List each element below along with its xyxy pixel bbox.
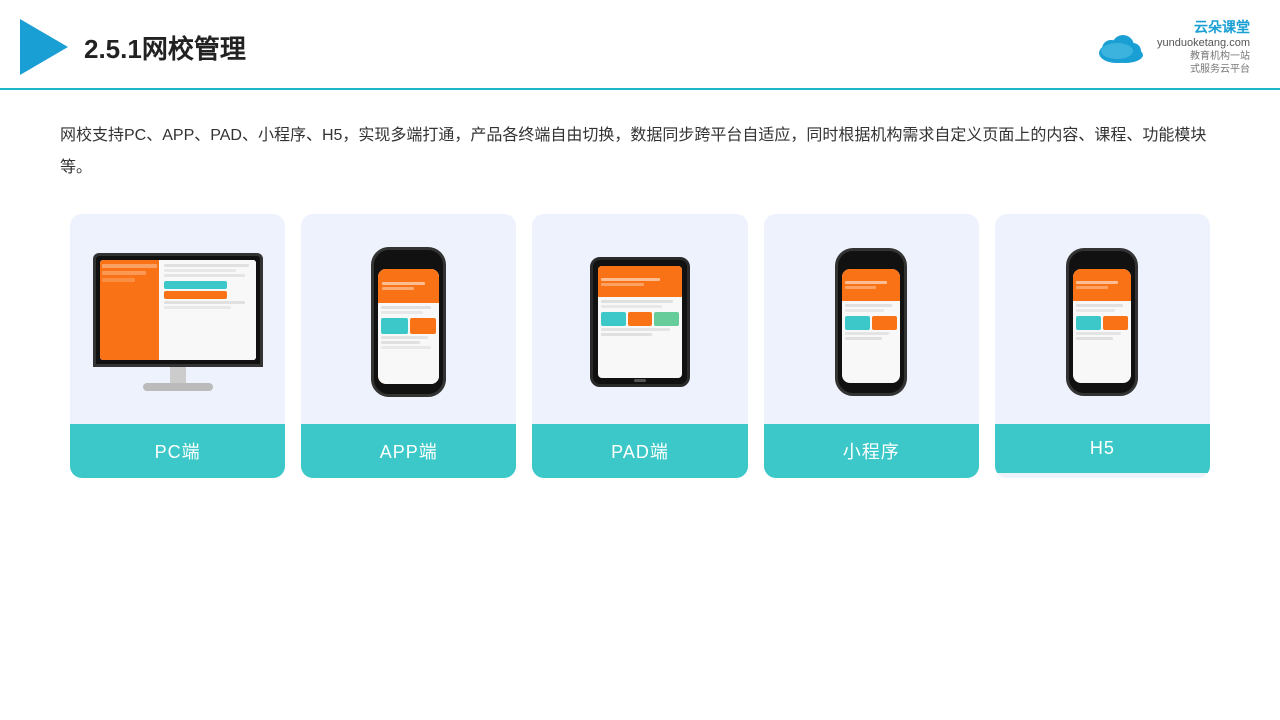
miniapp-card: 小程序: [764, 214, 979, 478]
pad-image-area: [532, 214, 747, 424]
h5-card: H5: [995, 214, 1210, 478]
pad-tablet-illustration: [590, 257, 690, 387]
h5-phone-illustration: [1066, 248, 1138, 396]
device-cards-container: PC端: [60, 214, 1220, 478]
app-card: APP端: [301, 214, 516, 478]
app-phone-illustration: [371, 247, 446, 397]
brand-name: 云朵课堂: [1157, 18, 1250, 36]
h5-image-area: [995, 214, 1210, 424]
cloud-icon: [1097, 29, 1149, 65]
brand-text-block: 云朵课堂 yunduoketang.com 教育机构一站 式服务云平台: [1157, 18, 1250, 76]
page-header: 2.5.1网校管理 云朵课堂 yunduoketang.com 教育机构一站 式…: [0, 0, 1280, 90]
pad-card: PAD端: [532, 214, 747, 478]
brand-pinyin: yunduoketang.com: [1157, 36, 1250, 50]
pc-card: PC端: [70, 214, 285, 478]
pc-card-label: PC端: [70, 424, 285, 478]
main-content: 网校支持PC、APP、PAD、小程序、H5，实现多端打通，产品各终端自由切换，数…: [0, 90, 1280, 498]
h5-card-label: H5: [995, 424, 1210, 473]
page-title: 2.5.1网校管理: [84, 29, 246, 66]
pc-monitor-illustration: [93, 253, 263, 391]
description-paragraph: 网校支持PC、APP、PAD、小程序、H5，实现多端打通，产品各终端自由切换，数…: [60, 120, 1220, 184]
logo-triangle-icon: [20, 19, 68, 75]
pc-image-area: [70, 214, 285, 424]
pad-card-label: PAD端: [532, 424, 747, 478]
miniapp-image-area: [764, 214, 979, 424]
miniapp-card-label: 小程序: [764, 424, 979, 478]
miniapp-phone-illustration: [835, 248, 907, 396]
header-left: 2.5.1网校管理: [20, 19, 246, 75]
brand-area: 云朵课堂 yunduoketang.com 教育机构一站 式服务云平台: [1097, 18, 1250, 76]
app-image-area: [301, 214, 516, 424]
brand-tagline: 教育机构一站 式服务云平台: [1157, 50, 1250, 76]
app-card-label: APP端: [301, 424, 516, 478]
